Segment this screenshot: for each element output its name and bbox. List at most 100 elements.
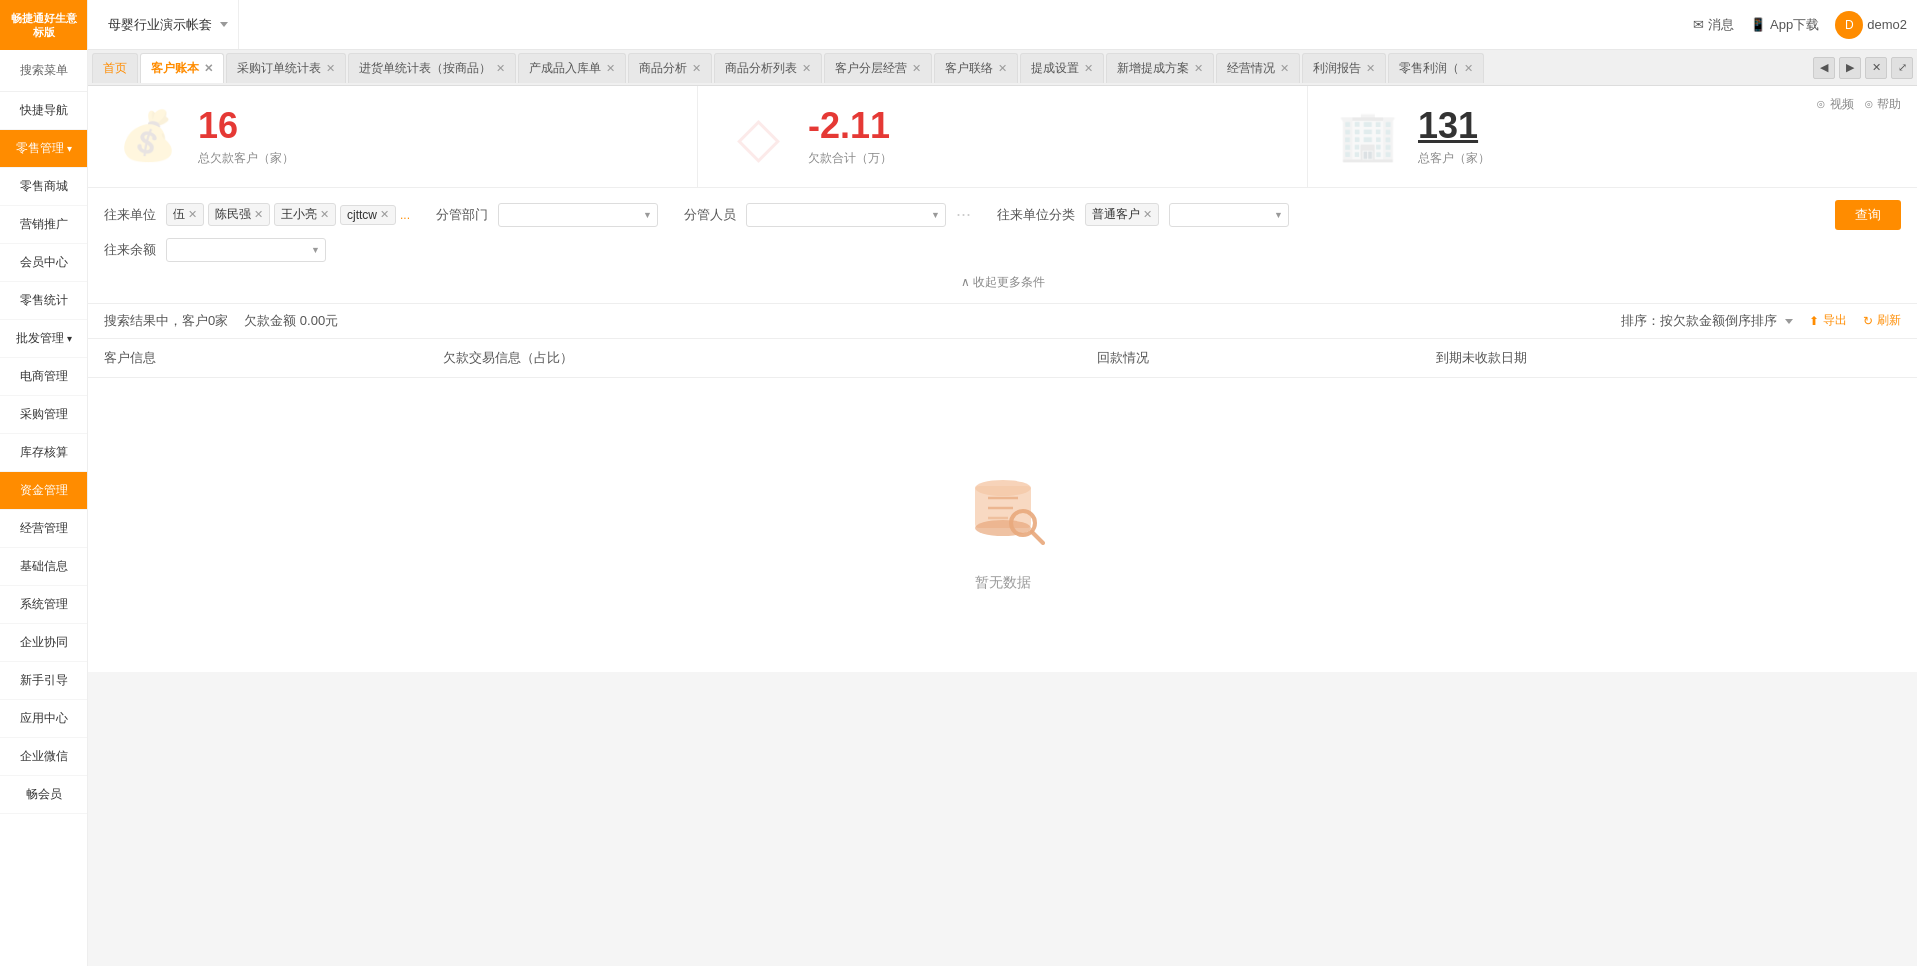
app-download-button[interactable]: 📱 App下载 [1750,16,1819,34]
sidebar-item-inventory[interactable]: 库存核算 [0,434,87,472]
tab-close-accounts[interactable]: ✕ [204,63,213,74]
sidebar-item-ecommerce-mgmt[interactable]: 电商管理 [0,358,87,396]
tab-label-accounts: 客户账本 [151,60,199,77]
tab-label-customer_contact: 客户联络 [945,60,993,77]
sidebar-item-quick-nav[interactable]: 快捷导航 [0,92,87,130]
sidebar-item-basic-info[interactable]: 基础信息 [0,548,87,586]
unit-class-tag-close[interactable]: ✕ [1143,208,1152,221]
refresh-button[interactable]: ↻ 刷新 [1863,312,1901,329]
topbar: 母婴行业演示帐套 ✉ 消息 📱 App下载 D demo2 [88,0,1917,50]
filter-tag-0-close[interactable]: ✕ [188,208,197,221]
sidebar-item-retail-mgmt[interactable]: 零售管理▾ [0,130,87,168]
tab-label-home: 首页 [103,60,127,77]
balance-select-wrap [166,238,326,262]
tab-profit_report[interactable]: 利润报告✕ [1302,53,1386,83]
tab-retail_profit[interactable]: 零售利润（ ✕ [1388,53,1484,83]
filter-tags-container: 伍 ✕ 陈民强 ✕ 王小亮 ✕ cjttcw ✕ ... [166,203,410,226]
tab-product_analysis[interactable]: 商品分析✕ [628,53,712,83]
filter-tags-more[interactable]: ... [400,208,410,222]
page-content: 💰 16 总欠款客户（家） ◇ -2.11 欠款合计（万） 🏢 131 [88,86,1917,966]
search-menu-button[interactable]: 搜索菜单 [6,58,81,83]
sidebar-item-retail-stats[interactable]: 零售统计 [0,282,87,320]
overdue-customers-value: 16 [198,106,294,146]
tab-close-improve_settings[interactable]: ✕ [1084,63,1093,74]
sidebar-item-wholesale-mgmt[interactable]: 批发管理▾ [0,320,87,358]
tab-product_analysis_list[interactable]: 商品分析列表✕ [714,53,822,83]
filter-tag-3: cjttcw ✕ [340,205,396,225]
unit-class-tag: 普通客户 ✕ [1085,203,1159,226]
export-icon: ⬆ [1809,314,1819,328]
sidebar-item-enterprise-collab[interactable]: 企业协同 [0,624,87,662]
filter-tag-1-close[interactable]: ✕ [254,208,263,221]
sidebar-item-marketing[interactable]: 营销推广 [0,206,87,244]
collapse-row: ∧ 收起更多条件 [104,270,1901,291]
person-select[interactable] [746,203,946,227]
tab-customer_tier[interactable]: 客户分层经营✕ [824,53,932,83]
video-help-link[interactable]: ⊙ 视频 [1816,96,1853,113]
tab-purchase_orders[interactable]: 采购订单统计表✕ [226,53,346,83]
collapse-button[interactable]: ∧ 收起更多条件 [961,274,1045,291]
person-select-more[interactable]: ··· [956,204,971,225]
sidebar-item-new-guide[interactable]: 新手引导 [0,662,87,700]
filter-tag-3-close[interactable]: ✕ [380,208,389,221]
tab-close-customer_tier[interactable]: ✕ [912,63,921,74]
sidebar-item-retail-mall[interactable]: 零售商城 [0,168,87,206]
tab-close-inbound_stats[interactable]: ✕ [496,63,505,74]
tab-close-customer_contact[interactable]: ✕ [998,63,1007,74]
dept-select[interactable] [498,203,658,227]
collapse-label: 收起更多条件 [973,274,1045,291]
overdue-amount-label: 欠款合计（万） [808,150,892,167]
tab-new_improve[interactable]: 新增提成方案✕ [1106,53,1214,83]
tab-improve_settings[interactable]: 提成设置✕ [1020,53,1104,83]
sidebar-item-app-center[interactable]: 应用中心 [0,700,87,738]
export-button[interactable]: ⬆ 导出 [1809,312,1847,329]
sidebar-item-vip-member[interactable]: 畅会员 [0,776,87,814]
tab-accounts[interactable]: 客户账本 ✕ [140,53,224,83]
message-button[interactable]: ✉ 消息 [1693,16,1734,34]
sidebar-item-purchase-mgmt[interactable]: 采购管理 [0,396,87,434]
table-header-row: 客户信息 欠款交易信息（占比） 回款情况 到期未收款日期 [88,339,1917,378]
tab-close-operation[interactable]: ✕ [1280,63,1289,74]
sidebar-item-retail-mgmt-chevron: ▾ [67,143,72,154]
dept-filter-label: 分管部门 [436,206,488,224]
tab-close-retail_profit[interactable]: ✕ [1464,63,1473,74]
filter-tag-2-close[interactable]: ✕ [320,208,329,221]
balance-select[interactable] [166,238,326,262]
tab-home[interactable]: 首页 [92,53,138,83]
tab-close-product_analysis_list[interactable]: ✕ [802,63,811,74]
tab-inbound_stats[interactable]: 进货单统计表（按商品）✕ [348,53,516,83]
tab-close-product_analysis[interactable]: ✕ [692,63,701,74]
sidebar-item-system-mgmt[interactable]: 系统管理 [0,586,87,624]
query-button[interactable]: 查询 [1835,200,1901,230]
sidebar-item-finance-mgmt[interactable]: 资金管理 [0,472,87,510]
sidebar-item-enterprise-wechat[interactable]: 企业微信 [0,738,87,776]
tab-customer_contact[interactable]: 客户联络 ✕ [934,53,1018,83]
tab-cost_inbound[interactable]: 产成品入库单✕ [518,53,626,83]
tab-label-retail_profit: 零售利润（ [1399,60,1459,77]
logo-title: 畅捷通好生意 [11,11,77,25]
account-selector-chevron [220,22,228,27]
unit-class-select[interactable] [1169,203,1289,227]
tab-nav-next[interactable]: ▶ [1839,57,1861,79]
tab-nav-prev[interactable]: ◀ [1813,57,1835,79]
overdue-amount-value: -2.11 [808,106,892,146]
tab-operation[interactable]: 经营情况✕ [1216,53,1300,83]
empty-text: 暂无数据 [975,574,1031,592]
tab-close-purchase_orders[interactable]: ✕ [326,63,335,74]
sidebar-item-member-center[interactable]: 会员中心 [0,244,87,282]
tab-close-profit_report[interactable]: ✕ [1366,63,1375,74]
tab-nav-maximize[interactable]: ⤢ [1891,57,1913,79]
sidebar-search-area: 搜索菜单 [0,50,87,92]
unit-class-tag-label: 普通客户 [1092,206,1140,223]
tab-close-cost_inbound[interactable]: ✕ [606,63,615,74]
tab-close-new_improve[interactable]: ✕ [1194,63,1203,74]
tab-nav-close-all[interactable]: ✕ [1865,57,1887,79]
unit-filter-label: 往来单位 [104,206,156,224]
table-empty-row: 暂无数据 [88,377,1917,672]
user-account[interactable]: D demo2 [1835,11,1907,39]
sidebar-item-operation-mgmt[interactable]: 经营管理 [0,510,87,548]
refresh-label: 刷新 [1877,312,1901,329]
tabbar: 首页客户账本✕采购订单统计表✕进货单统计表（按商品）✕产成品入库单✕商品分析✕商… [88,50,1917,86]
account-selector[interactable]: 母婴行业演示帐套 [98,0,239,49]
help-link[interactable]: ⊙ 帮助 [1864,96,1901,113]
